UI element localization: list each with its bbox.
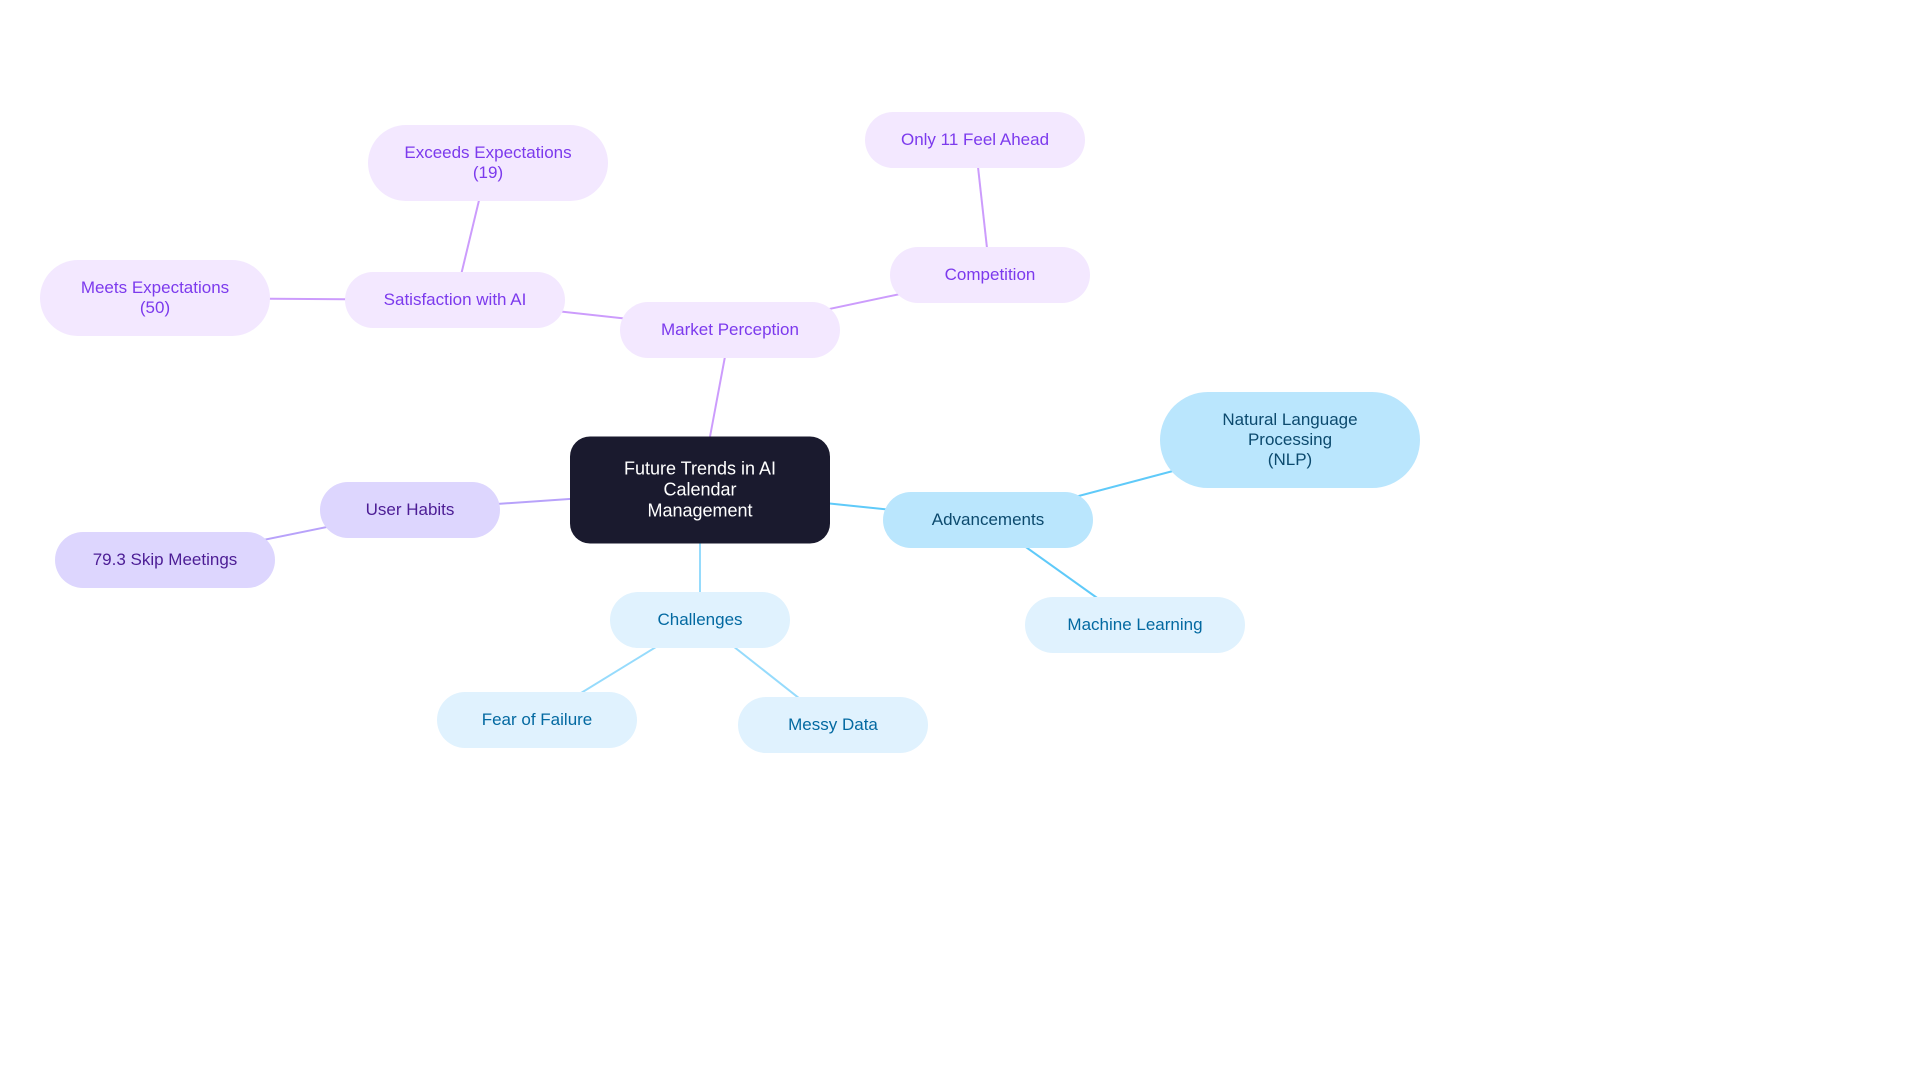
messy-data-label: Messy Data xyxy=(788,715,878,735)
messy-data-node[interactable]: Messy Data xyxy=(738,697,928,753)
skip-meetings-label: 79.3 Skip Meetings xyxy=(93,550,238,570)
advancements-node[interactable]: Advancements xyxy=(883,492,1093,548)
machine-learning-label: Machine Learning xyxy=(1067,615,1202,635)
nlp-node[interactable]: Natural Language Processing (NLP) xyxy=(1160,392,1420,488)
machine-learning-node[interactable]: Machine Learning xyxy=(1025,597,1245,653)
meets-expectations-node[interactable]: Meets Expectations (50) xyxy=(40,260,270,336)
challenges-node[interactable]: Challenges xyxy=(610,592,790,648)
satisfaction-ai-label: Satisfaction with AI xyxy=(384,290,527,310)
satisfaction-ai-node[interactable]: Satisfaction with AI xyxy=(345,272,565,328)
competition-label: Competition xyxy=(945,265,1036,285)
competition-node[interactable]: Competition xyxy=(890,247,1090,303)
only-11-node[interactable]: Only 11 Feel Ahead xyxy=(865,112,1085,168)
meets-expectations-label: Meets Expectations (50) xyxy=(70,278,240,318)
nlp-label: Natural Language Processing (NLP) xyxy=(1190,410,1390,470)
challenges-label: Challenges xyxy=(657,610,742,630)
fear-of-failure-label: Fear of Failure xyxy=(482,710,593,730)
user-habits-node[interactable]: User Habits xyxy=(320,482,500,538)
exceeds-expectations-label: Exceeds Expectations (19) xyxy=(398,143,578,183)
only-11-label: Only 11 Feel Ahead xyxy=(901,130,1049,150)
center-label: Future Trends in AI Calendar Management xyxy=(606,459,794,522)
user-habits-label: User Habits xyxy=(366,500,455,520)
advancements-label: Advancements xyxy=(932,510,1044,530)
market-perception-node[interactable]: Market Perception xyxy=(620,302,840,358)
center-node[interactable]: Future Trends in AI Calendar Management xyxy=(570,437,830,544)
market-perception-label: Market Perception xyxy=(661,320,799,340)
skip-meetings-node[interactable]: 79.3 Skip Meetings xyxy=(55,532,275,588)
fear-of-failure-node[interactable]: Fear of Failure xyxy=(437,692,637,748)
exceeds-expectations-node[interactable]: Exceeds Expectations (19) xyxy=(368,125,608,201)
